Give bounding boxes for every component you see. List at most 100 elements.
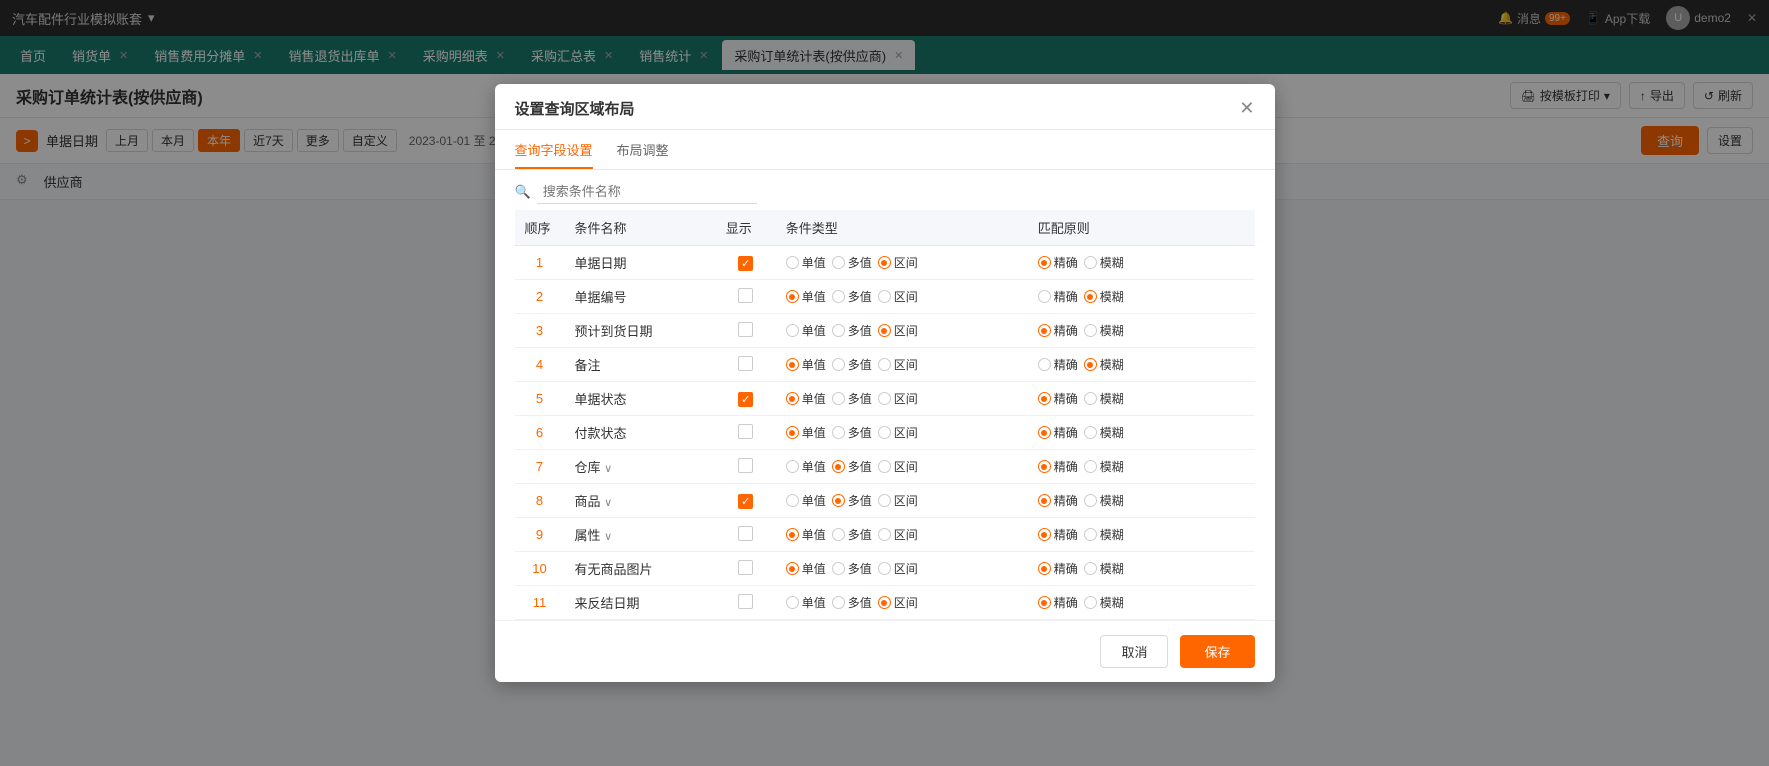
radio-type-区间[interactable]: 区间 <box>878 390 918 407</box>
radio-type-单值[interactable]: 单值 <box>786 526 826 543</box>
radio-dot[interactable] <box>1084 256 1097 269</box>
radio-dot[interactable] <box>832 460 845 473</box>
radio-dot[interactable] <box>878 562 891 575</box>
radio-dot[interactable] <box>878 358 891 371</box>
radio-type-多值[interactable]: 多值 <box>832 458 872 475</box>
radio-match-精确[interactable]: 精确 <box>1038 322 1078 339</box>
cell-show[interactable] <box>716 586 776 620</box>
cell-show[interactable]: ✓ <box>716 484 776 518</box>
radio-dot[interactable] <box>1084 528 1097 541</box>
radio-type-区间[interactable]: 区间 <box>878 288 918 305</box>
radio-dot[interactable] <box>832 358 845 371</box>
radio-type-多值[interactable]: 多值 <box>832 390 872 407</box>
radio-match-模糊[interactable]: 模糊 <box>1084 322 1124 339</box>
radio-type-多值[interactable]: 多值 <box>832 288 872 305</box>
radio-match-模糊[interactable]: 模糊 <box>1084 526 1124 543</box>
radio-dot[interactable] <box>878 460 891 473</box>
radio-dot[interactable] <box>1038 562 1051 575</box>
radio-dot[interactable] <box>832 494 845 507</box>
radio-dot[interactable] <box>1038 290 1051 303</box>
checkbox-checked[interactable]: ✓ <box>738 392 753 407</box>
checkbox-unchecked[interactable] <box>738 288 753 303</box>
radio-type-多值[interactable]: 多值 <box>832 322 872 339</box>
radio-match-精确[interactable]: 精确 <box>1038 254 1078 271</box>
radio-dot[interactable] <box>1038 358 1051 371</box>
radio-dot[interactable] <box>1038 256 1051 269</box>
radio-type-单值[interactable]: 单值 <box>786 594 826 611</box>
radio-dot[interactable] <box>1038 596 1051 609</box>
checkbox-unchecked[interactable] <box>738 424 753 439</box>
radio-match-模糊[interactable]: 模糊 <box>1084 356 1124 373</box>
radio-type-区间[interactable]: 区间 <box>878 254 918 271</box>
radio-dot[interactable] <box>1038 494 1051 507</box>
radio-match-精确[interactable]: 精确 <box>1038 424 1078 441</box>
checkbox-unchecked[interactable] <box>738 458 753 473</box>
radio-type-区间[interactable]: 区间 <box>878 492 918 509</box>
radio-dot[interactable] <box>786 460 799 473</box>
radio-dot[interactable] <box>786 392 799 405</box>
radio-dot[interactable] <box>1084 426 1097 439</box>
radio-type-多值[interactable]: 多值 <box>832 594 872 611</box>
radio-dot[interactable] <box>1084 358 1097 371</box>
radio-dot[interactable] <box>878 392 891 405</box>
radio-dot[interactable] <box>786 358 799 371</box>
radio-dot[interactable] <box>1084 460 1097 473</box>
radio-dot[interactable] <box>1084 562 1097 575</box>
cell-show[interactable] <box>716 518 776 552</box>
radio-dot[interactable] <box>1038 426 1051 439</box>
checkbox-unchecked[interactable] <box>738 594 753 609</box>
radio-match-精确[interactable]: 精确 <box>1038 288 1078 305</box>
radio-type-多值[interactable]: 多值 <box>832 424 872 441</box>
radio-dot[interactable] <box>878 256 891 269</box>
radio-type-单值[interactable]: 单值 <box>786 288 826 305</box>
radio-dot[interactable] <box>1038 528 1051 541</box>
radio-dot[interactable] <box>786 256 799 269</box>
checkbox-unchecked[interactable] <box>738 560 753 575</box>
radio-dot[interactable] <box>878 290 891 303</box>
radio-dot[interactable] <box>832 256 845 269</box>
radio-match-模糊[interactable]: 模糊 <box>1084 594 1124 611</box>
radio-dot[interactable] <box>1084 596 1097 609</box>
radio-dot[interactable] <box>786 426 799 439</box>
radio-match-模糊[interactable]: 模糊 <box>1084 254 1124 271</box>
radio-dot[interactable] <box>1084 392 1097 405</box>
modal-close-button[interactable]: ✕ <box>1239 98 1254 119</box>
radio-dot[interactable] <box>832 392 845 405</box>
radio-dot[interactable] <box>786 494 799 507</box>
radio-match-精确[interactable]: 精确 <box>1038 492 1078 509</box>
radio-type-区间[interactable]: 区间 <box>878 526 918 543</box>
radio-dot[interactable] <box>832 596 845 609</box>
radio-dot[interactable] <box>1084 324 1097 337</box>
cell-show[interactable] <box>716 552 776 586</box>
radio-match-精确[interactable]: 精确 <box>1038 390 1078 407</box>
radio-dot[interactable] <box>878 426 891 439</box>
radio-dot[interactable] <box>1038 460 1051 473</box>
save-button[interactable]: 保存 <box>1180 635 1254 668</box>
cell-show[interactable]: ✓ <box>716 382 776 416</box>
cell-show[interactable] <box>716 450 776 484</box>
radio-dot[interactable] <box>832 426 845 439</box>
radio-type-区间[interactable]: 区间 <box>878 424 918 441</box>
radio-dot[interactable] <box>832 562 845 575</box>
radio-dot[interactable] <box>786 596 799 609</box>
radio-type-多值[interactable]: 多值 <box>832 560 872 577</box>
radio-match-精确[interactable]: 精确 <box>1038 458 1078 475</box>
radio-dot[interactable] <box>1038 392 1051 405</box>
cell-show[interactable] <box>716 348 776 382</box>
checkbox-unchecked[interactable] <box>738 322 753 337</box>
radio-type-单值[interactable]: 单值 <box>786 458 826 475</box>
cell-show[interactable] <box>716 280 776 314</box>
radio-dot[interactable] <box>786 324 799 337</box>
radio-type-区间[interactable]: 区间 <box>878 458 918 475</box>
radio-dot[interactable] <box>786 290 799 303</box>
radio-match-模糊[interactable]: 模糊 <box>1084 560 1124 577</box>
radio-type-单值[interactable]: 单值 <box>786 390 826 407</box>
radio-type-区间[interactable]: 区间 <box>878 356 918 373</box>
radio-type-多值[interactable]: 多值 <box>832 526 872 543</box>
radio-match-精确[interactable]: 精确 <box>1038 594 1078 611</box>
radio-type-区间[interactable]: 区间 <box>878 560 918 577</box>
checkbox-unchecked[interactable] <box>738 356 753 371</box>
radio-dot[interactable] <box>832 290 845 303</box>
radio-dot[interactable] <box>1084 290 1097 303</box>
radio-dot[interactable] <box>878 324 891 337</box>
